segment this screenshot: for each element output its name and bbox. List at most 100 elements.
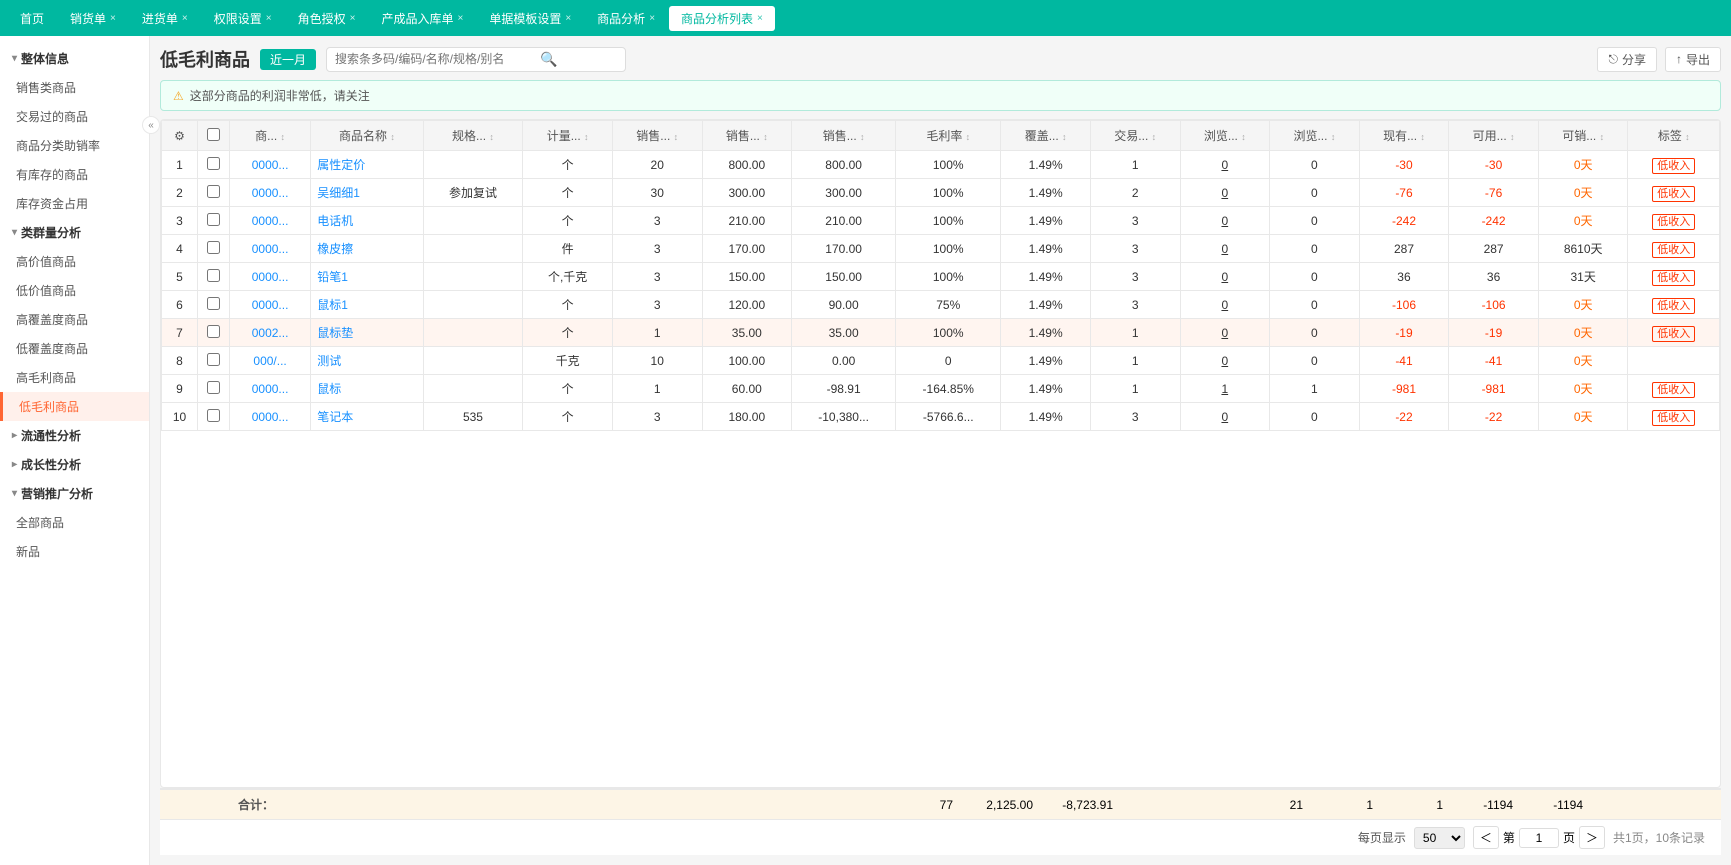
row-checkbox[interactable] (198, 403, 230, 431)
row-checkbox[interactable] (198, 291, 230, 319)
row-sellable: 0天 (1538, 347, 1628, 375)
nav-template-settings[interactable]: 单据模板设置 × (477, 6, 583, 31)
page-size-select[interactable]: 50 20 100 (1414, 827, 1465, 849)
row-available: 287 (1449, 235, 1539, 263)
nav-close-icon[interactable]: × (565, 13, 571, 24)
nav-product-warehouse[interactable]: 产成品入库单 × (369, 6, 475, 31)
row-checkbox[interactable] (198, 347, 230, 375)
row-name[interactable]: 属性定价 (311, 151, 423, 179)
page-input[interactable] (1519, 828, 1559, 848)
sidebar-item-all-goods[interactable]: 全部商品 (0, 508, 149, 537)
sidebar-item-low-margin[interactable]: 低毛利商品 (0, 392, 149, 421)
row-view1[interactable]: 0 (1180, 179, 1270, 207)
col-code-header[interactable]: 商... ↕ (230, 121, 311, 151)
col-trade-count-header[interactable]: 交易... ↕ (1090, 121, 1180, 151)
row-checkbox[interactable] (198, 207, 230, 235)
sidebar-item-new-goods[interactable]: 新品 (0, 537, 149, 566)
next-page-btn[interactable]: ＞ (1579, 826, 1605, 849)
sidebar-group-overall[interactable]: ▾ 整体信息 (0, 44, 149, 73)
nav-home[interactable]: 首页 (8, 6, 56, 31)
sidebar-collapse-btn[interactable]: « (142, 116, 160, 134)
row-view1[interactable]: 0 (1180, 207, 1270, 235)
nav-permission-settings[interactable]: 权限设置 × (202, 6, 284, 31)
nav-close-icon[interactable]: × (266, 13, 272, 24)
col-settings[interactable]: ⚙ (162, 121, 198, 151)
nav-close-icon[interactable]: × (757, 13, 763, 24)
sidebar-item-low-coverage[interactable]: 低覆盖度商品 (0, 334, 149, 363)
row-checkbox[interactable] (198, 179, 230, 207)
nav-close-icon[interactable]: × (182, 13, 188, 24)
col-sales-amount-header[interactable]: 销售... ↕ (702, 121, 792, 151)
row-checkbox[interactable] (198, 375, 230, 403)
row-view1[interactable]: 0 (1180, 291, 1270, 319)
sidebar-item-inventory-capital[interactable]: 库存资金占用 (0, 189, 149, 218)
sidebar-item-low-value[interactable]: 低价值商品 (0, 276, 149, 305)
row-tag (1628, 347, 1720, 375)
export-button[interactable]: ↑ 导出 (1665, 47, 1721, 72)
row-checkbox[interactable] (198, 263, 230, 291)
col-checkbox[interactable] (198, 121, 230, 151)
col-name-header[interactable]: 商品名称 ↕ (311, 121, 423, 151)
col-sales-profit-header[interactable]: 销售... ↕ (792, 121, 896, 151)
row-view1[interactable]: 0 (1180, 263, 1270, 291)
nav-close-icon[interactable]: × (649, 13, 655, 24)
sidebar-item-high-margin[interactable]: 高毛利商品 (0, 363, 149, 392)
col-tag-header[interactable]: 标签 ↕ (1628, 121, 1720, 151)
search-icon[interactable]: 🔍 (540, 51, 557, 68)
row-gross-margin: 100% (896, 263, 1001, 291)
share-button[interactable]: ⎋ 分享 (1597, 47, 1657, 72)
sidebar-item-in-stock-goods[interactable]: 有库存的商品 (0, 160, 149, 189)
sidebar-group-growth[interactable]: ▸ 成长性分析 (0, 450, 149, 479)
prev-page-btn[interactable]: ＜ (1473, 826, 1499, 849)
col-coverage-header[interactable]: 覆盖... ↕ (1001, 121, 1091, 151)
row-view1[interactable]: 0 (1180, 347, 1270, 375)
sidebar-item-category-sales-rate[interactable]: 商品分类助销率 (0, 131, 149, 160)
row-name[interactable]: 橡皮擦 (311, 235, 423, 263)
settings-icon[interactable]: ⚙ (174, 129, 185, 143)
row-view1[interactable]: 1 (1180, 375, 1270, 403)
sidebar-group-cluster-analysis[interactable]: ▾ 类群量分析 (0, 218, 149, 247)
sidebar-item-high-value[interactable]: 高价值商品 (0, 247, 149, 276)
col-available-header[interactable]: 可用... ↕ (1449, 121, 1539, 151)
row-name[interactable]: 笔记本 (311, 403, 423, 431)
row-name[interactable]: 测试 (311, 347, 423, 375)
row-name[interactable]: 鼠标1 (311, 291, 423, 319)
sidebar-group-liquidity[interactable]: ▸ 流通性分析 (0, 421, 149, 450)
col-unit-header[interactable]: 计量... ↕ (523, 121, 613, 151)
row-view1[interactable]: 0 (1180, 151, 1270, 179)
nav-close-icon[interactable]: × (457, 13, 463, 24)
nav-close-icon[interactable]: × (350, 13, 356, 24)
col-current-stock-header[interactable]: 现有... ↕ (1359, 121, 1449, 151)
col-sales-qty-header[interactable]: 销售... ↕ (612, 121, 702, 151)
sidebar-group-marketing[interactable]: ▾ 营销推广分析 (0, 479, 149, 508)
row-name[interactable]: 电话机 (311, 207, 423, 235)
col-sellable-header[interactable]: 可销... ↕ (1538, 121, 1628, 151)
col-view2-header[interactable]: 浏览... ↕ (1270, 121, 1360, 151)
col-view1-header[interactable]: 浏览... ↕ (1180, 121, 1270, 151)
nav-sales-order[interactable]: 销货单 × (58, 6, 128, 31)
row-checkbox[interactable] (198, 151, 230, 179)
row-name[interactable]: 吴细细1 (311, 179, 423, 207)
row-checkbox[interactable] (198, 319, 230, 347)
nav-role-auth[interactable]: 角色授权 × (286, 6, 368, 31)
nav-product-analysis[interactable]: 商品分析 × (585, 6, 667, 31)
row-name[interactable]: 鼠标 (311, 375, 423, 403)
col-gross-margin-header[interactable]: 毛利率 ↕ (896, 121, 1001, 151)
col-spec-header[interactable]: 规格... ↕ (423, 121, 523, 151)
sidebar-item-traded-goods[interactable]: 交易过的商品 (0, 102, 149, 131)
sidebar-item-high-coverage[interactable]: 高覆盖度商品 (0, 305, 149, 334)
row-available: 36 (1449, 263, 1539, 291)
row-view1[interactable]: 0 (1180, 235, 1270, 263)
row-name[interactable]: 鼠标垫 (311, 319, 423, 347)
sidebar-item-sales-goods[interactable]: 销售类商品 (0, 73, 149, 102)
nav-purchase-order[interactable]: 进货单 × (130, 6, 200, 31)
row-view1[interactable]: 0 (1180, 403, 1270, 431)
nav-close-icon[interactable]: × (110, 13, 116, 24)
row-checkbox[interactable] (198, 235, 230, 263)
select-all-checkbox[interactable] (207, 128, 220, 141)
row-name[interactable]: 铅笔1 (311, 263, 423, 291)
search-input[interactable] (335, 52, 535, 66)
filter-recent-month-btn[interactable]: 近一月 (260, 49, 316, 70)
row-view1[interactable]: 0 (1180, 319, 1270, 347)
nav-product-analysis-list[interactable]: 商品分析列表 × (669, 6, 775, 31)
